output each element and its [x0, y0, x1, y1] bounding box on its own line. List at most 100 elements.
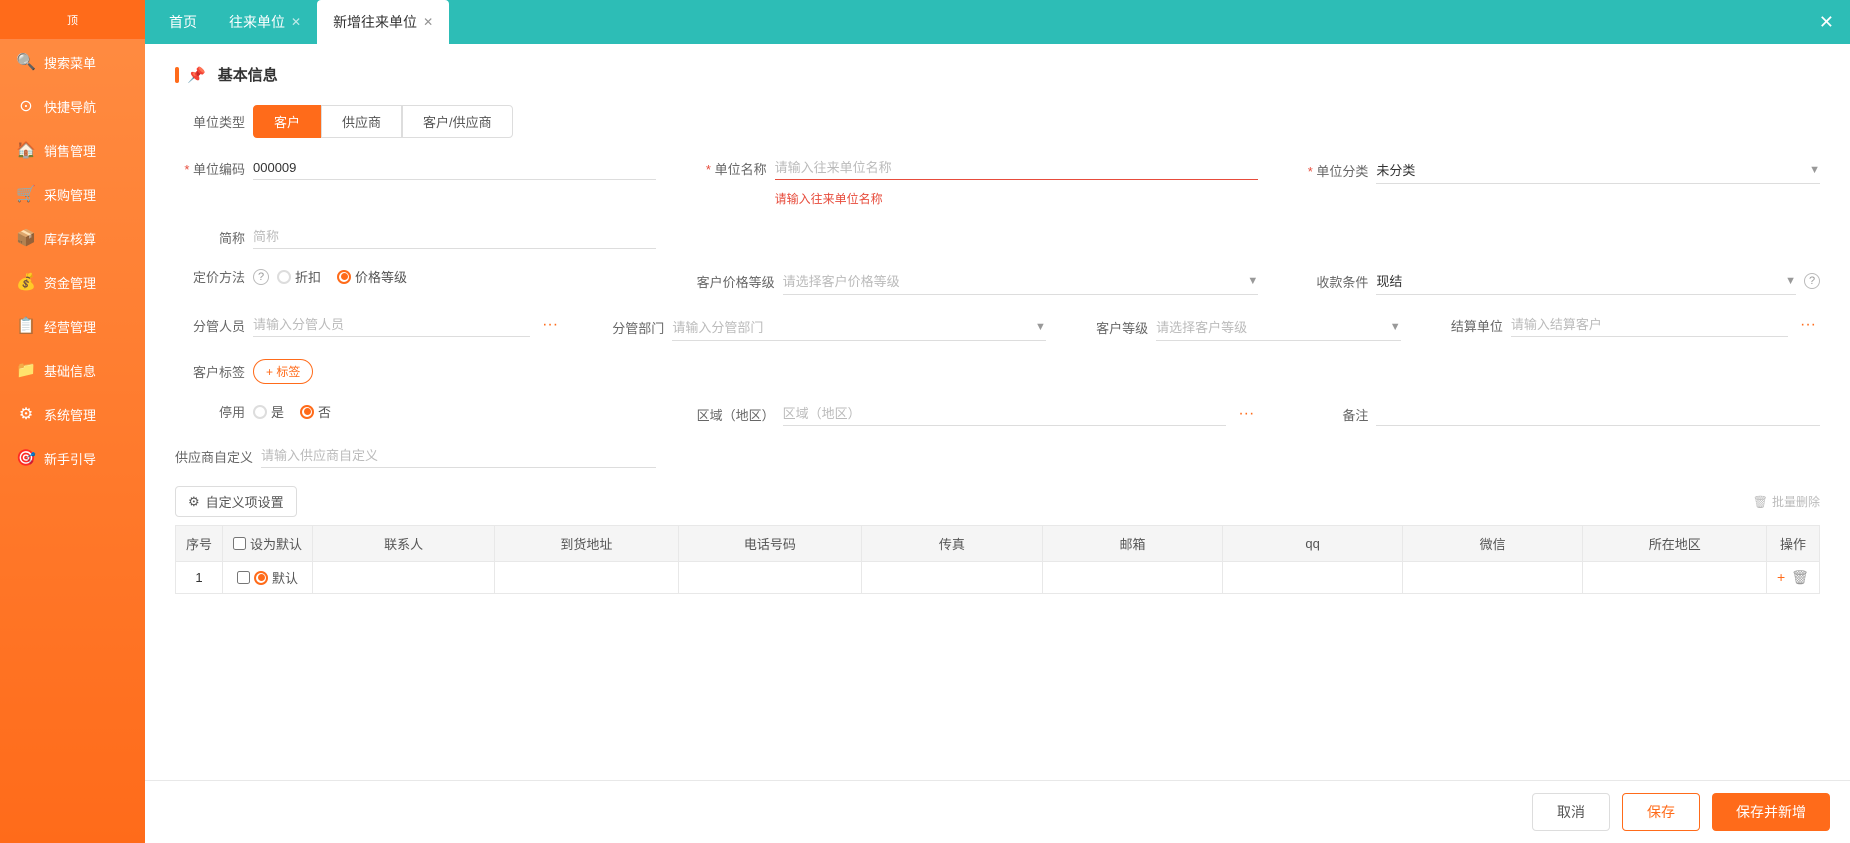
payment-terms-select[interactable]: 现结 ▼: [1376, 267, 1796, 295]
remarks-input[interactable]: [1376, 402, 1820, 426]
tab-close-all[interactable]: ✕: [1811, 12, 1842, 33]
unit-name-input[interactable]: [775, 156, 1259, 180]
manager-row: 分管人员 ··· 分管部门 请输入分管部门 ▼ 客户等级 请选择客户等级 ▼: [175, 313, 1820, 341]
add-row-button[interactable]: +: [1777, 569, 1785, 586]
unit-btn-both[interactable]: 客户/供应商: [402, 105, 513, 138]
add-tag-button[interactable]: + 标签: [253, 359, 313, 384]
pricing-radio-level[interactable]: 价格等级: [337, 267, 407, 286]
tab-partners[interactable]: 往来单位 ✕: [213, 0, 317, 44]
customer-level-label: 客户等级: [1078, 318, 1148, 337]
nav-icon: ⊙: [16, 96, 36, 116]
unit-btn-supplier[interactable]: 供应商: [321, 105, 402, 138]
contact-input[interactable]: [323, 570, 484, 585]
sidebar-item-search[interactable]: 🔍 搜索菜单: [0, 40, 145, 84]
customer-level-select[interactable]: 请选择客户等级 ▼: [1156, 313, 1401, 341]
custom-settings-button[interactable]: ⚙ 自定义项设置: [175, 486, 297, 517]
payment-help-icon[interactable]: ?: [1804, 273, 1820, 289]
shortname-field: 简称: [175, 225, 656, 249]
delete-icon: 🗑: [1753, 495, 1768, 509]
row-qq[interactable]: [1223, 562, 1402, 594]
sidebar-item-inventory[interactable]: 📦 库存核算: [0, 216, 145, 260]
dept-arrow: ▼: [1035, 321, 1046, 333]
tab-home[interactable]: 首页: [153, 0, 213, 44]
row-phone[interactable]: [678, 562, 861, 594]
manager-label: 分管人员: [175, 316, 245, 335]
radio-no-circle: [300, 405, 314, 419]
tab-partners-close[interactable]: ✕: [291, 15, 301, 29]
unit-code-input[interactable]: [253, 156, 656, 180]
select-all-checkbox[interactable]: [233, 537, 246, 550]
email-input[interactable]: [1053, 570, 1213, 585]
unit-category-label: 单位分类: [1298, 161, 1368, 180]
unit-btn-customer[interactable]: 客户: [253, 105, 321, 138]
row-email[interactable]: [1042, 562, 1223, 594]
address-input[interactable]: [505, 570, 667, 585]
save-button[interactable]: 保存: [1622, 793, 1700, 831]
customer-price-level-select[interactable]: 请选择客户价格等级 ▼: [783, 267, 1259, 295]
batch-delete-button[interactable]: 🗑 批量删除: [1753, 493, 1820, 510]
fax-input[interactable]: [872, 570, 1032, 585]
unit-code-field: 单位编码: [175, 156, 656, 180]
sidebar-item-finance[interactable]: 💰 资金管理: [0, 260, 145, 304]
region-input[interactable]: [783, 402, 1227, 426]
row-wechat[interactable]: [1402, 562, 1583, 594]
disabled-radio-yes[interactable]: 是: [253, 402, 284, 421]
cancel-button[interactable]: 取消: [1532, 793, 1610, 831]
sidebar-item-system[interactable]: ⚙ 系统管理: [0, 392, 145, 436]
col-default: 设为默认: [223, 526, 313, 562]
sidebar-item-basicinfo[interactable]: 📁 基础信息: [0, 348, 145, 392]
pricing-method-label: 定价方法: [175, 267, 245, 286]
tab-new-partner-close[interactable]: ✕: [423, 15, 433, 29]
clipboard-icon: 📋: [16, 316, 36, 336]
supplier-custom-field: 供应商自定义: [175, 444, 656, 468]
sidebar-item-newguide[interactable]: 🎯 新手引导: [0, 436, 145, 480]
pricing-help-icon[interactable]: ?: [253, 269, 269, 285]
default-label: 默认: [272, 568, 298, 587]
unit-category-select[interactable]: 未分类 ▼: [1376, 156, 1820, 184]
batch-delete-label: 批量删除: [1772, 493, 1820, 510]
unit-info-row: 单位编码 单位名称 请输入往来单位名称 单位分类 未分类 ▼: [175, 156, 1820, 207]
tab-new-partner[interactable]: 新增往来单位 ✕: [317, 0, 449, 44]
phone-input[interactable]: [689, 570, 851, 585]
sidebar-item-sales[interactable]: 🏠 销售管理: [0, 128, 145, 172]
col-contact: 联系人: [313, 526, 495, 562]
manager-input[interactable]: [253, 313, 530, 337]
guide-icon: 🎯: [16, 448, 36, 468]
pricing-radio-discount[interactable]: 折扣: [277, 267, 321, 286]
row-fax[interactable]: [862, 562, 1043, 594]
disabled-field: 停用 是 否: [175, 402, 656, 421]
row-contact[interactable]: [313, 562, 495, 594]
region-more-icon[interactable]: ···: [1234, 405, 1258, 423]
row-region-input[interactable]: [1593, 570, 1755, 585]
row-checkbox[interactable]: [237, 571, 250, 584]
settlement-input[interactable]: [1511, 313, 1788, 337]
default-radio-circle: [254, 571, 268, 585]
sidebar-item-quicknav[interactable]: ⊙ 快捷导航: [0, 84, 145, 128]
col-address: 到货地址: [495, 526, 678, 562]
row-default: 默认: [223, 562, 313, 594]
wechat-input[interactable]: [1413, 570, 1573, 585]
delete-row-button[interactable]: 🗑: [1791, 569, 1809, 586]
row-region[interactable]: [1583, 562, 1766, 594]
department-select[interactable]: 请输入分管部门 ▼: [672, 313, 1046, 341]
manager-more-icon[interactable]: ···: [538, 316, 562, 334]
unit-name-error: 请输入往来单位名称: [775, 190, 883, 207]
settlement-field: 结算单位 ···: [1433, 313, 1820, 337]
tab-partners-label: 往来单位: [229, 12, 285, 32]
disabled-yes-label: 是: [271, 402, 284, 421]
tag-field: 客户标签 + 标签: [175, 359, 1820, 384]
shortname-input[interactable]: [253, 225, 656, 249]
supplier-custom-input[interactable]: [261, 444, 656, 468]
save-and-new-button[interactable]: 保存并新增: [1712, 793, 1830, 831]
qq-input[interactable]: [1233, 570, 1391, 585]
default-radio[interactable]: 默认: [254, 568, 298, 587]
pin-icon: 📌: [187, 66, 206, 84]
customer-price-level-label: 客户价格等级: [697, 272, 775, 291]
settlement-label: 结算单位: [1433, 316, 1503, 335]
sidebar-item-operations[interactable]: 📋 经营管理: [0, 304, 145, 348]
sidebar-item-purchase[interactable]: 🛒 采购管理: [0, 172, 145, 216]
settlement-more-icon[interactable]: ···: [1796, 316, 1820, 334]
disabled-radio-no[interactable]: 否: [300, 402, 331, 421]
row-address[interactable]: [495, 562, 678, 594]
price-level-arrow: ▼: [1247, 275, 1258, 287]
